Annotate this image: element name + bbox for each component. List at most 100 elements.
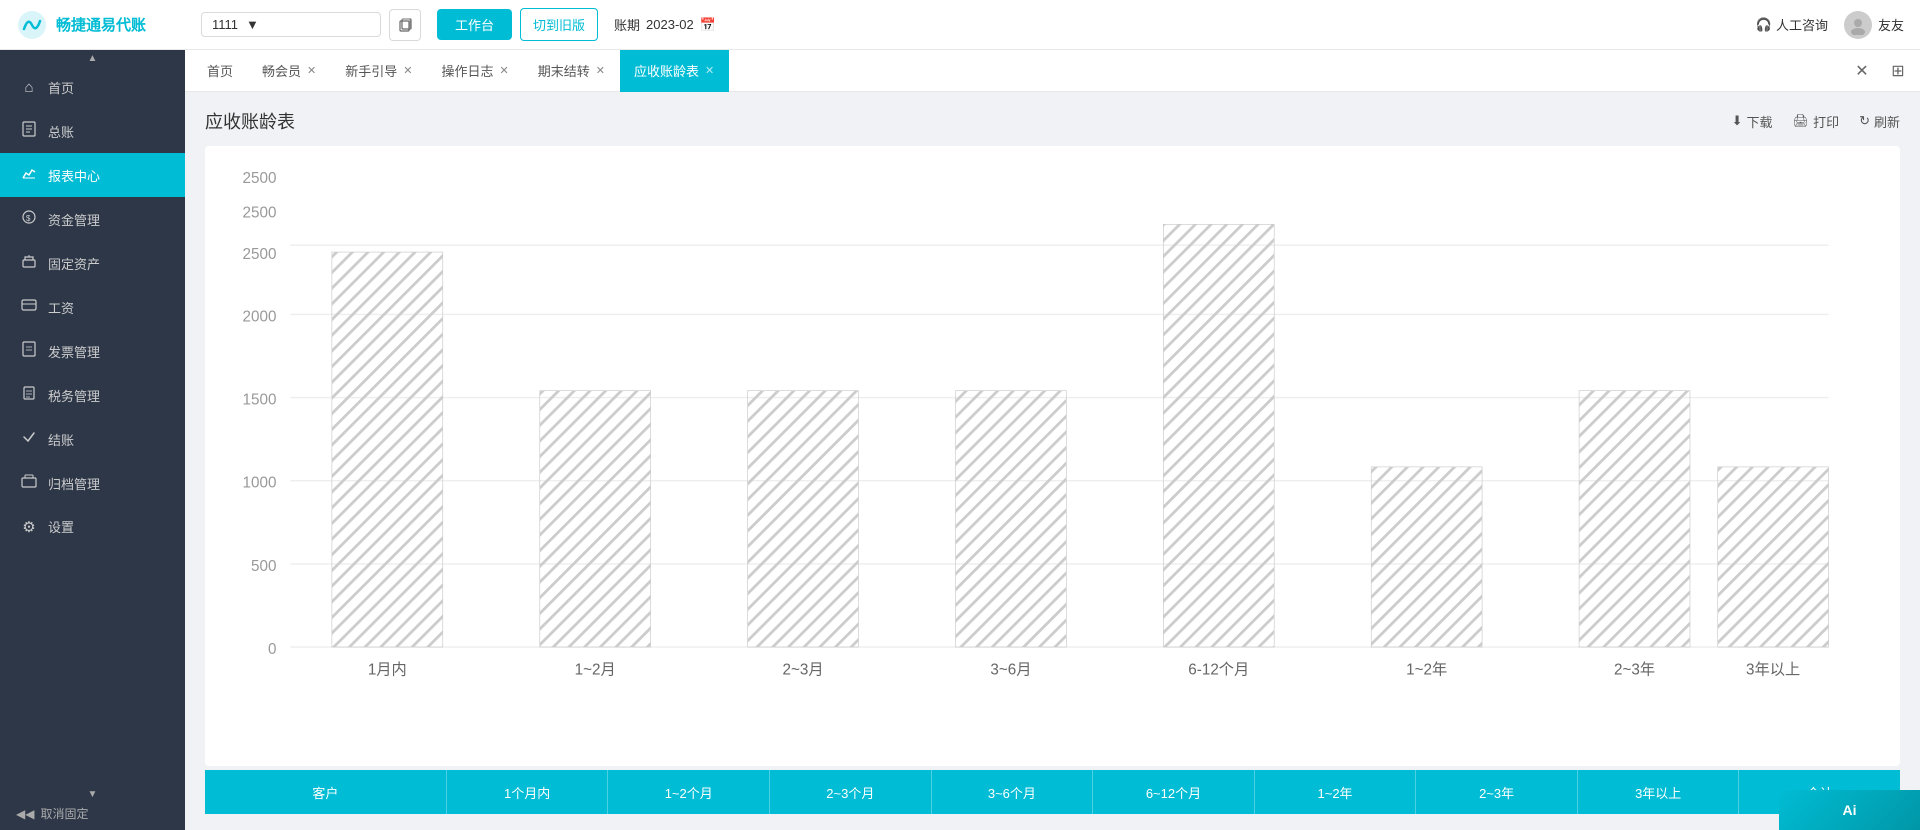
- svg-text:3~6月: 3~6月: [990, 662, 1031, 679]
- tab-guide[interactable]: 新手引导 ✕: [331, 50, 427, 92]
- col-label: 2~3个月: [826, 783, 874, 802]
- print-button[interactable]: 🖨 打印: [1793, 112, 1840, 131]
- svg-text:3年以上: 3年以上: [1746, 662, 1800, 679]
- col-label: 3~6个月: [988, 783, 1036, 802]
- sidebar-item-label: 总账: [48, 122, 74, 141]
- download-button[interactable]: ⬇ 下载: [1732, 112, 1773, 131]
- close-accounts-icon: [20, 429, 38, 449]
- headset-icon: 🎧: [1756, 17, 1772, 33]
- table-col-3-6month: 3~6个月: [932, 770, 1094, 814]
- company-name: 1111: [212, 17, 238, 32]
- copy-button[interactable]: [389, 9, 421, 41]
- consult-label: 人工咨询: [1776, 15, 1828, 34]
- sidebar-item-ledger[interactable]: 总账: [0, 109, 185, 153]
- sidebar-item-label: 工资: [48, 298, 74, 317]
- col-label: 1个月内: [504, 783, 550, 802]
- download-label: 下载: [1747, 112, 1773, 131]
- table-col-6-12month: 6~12个月: [1093, 770, 1255, 814]
- logo-icon: [16, 9, 48, 41]
- sidebar-item-label: 资金管理: [48, 210, 100, 229]
- sidebar-item-label: 发票管理: [48, 342, 100, 361]
- sidebar-scroll-up[interactable]: ▲: [0, 50, 185, 66]
- workbench-button[interactable]: 工作台: [437, 9, 512, 40]
- tab-close-icon[interactable]: ✕: [596, 64, 605, 77]
- tax-icon: [20, 385, 38, 405]
- svg-text:500: 500: [251, 558, 276, 575]
- ai-badge[interactable]: Ai: [1779, 790, 1920, 830]
- sidebar: ▲ ⌂ 首页 总账 报表中心 $ 资金: [0, 50, 185, 830]
- svg-text:6-12个月: 6-12个月: [1188, 662, 1249, 679]
- col-label: 客户: [312, 783, 338, 802]
- copy-icon: [397, 17, 413, 33]
- refresh-button[interactable]: ↻ 刷新: [1859, 112, 1900, 131]
- svg-text:2~3年: 2~3年: [1614, 662, 1655, 679]
- tab-close-icon[interactable]: ✕: [500, 64, 509, 77]
- settings-icon: ⚙: [20, 518, 38, 536]
- refresh-label: 刷新: [1874, 112, 1900, 131]
- page-content: 应收账龄表 ⬇ 下载 🖨 打印 ↻ 刷新: [185, 92, 1920, 830]
- sidebar-item-label: 归档管理: [48, 474, 100, 493]
- sidebar-item-tax[interactable]: 税务管理: [0, 373, 185, 417]
- tab-period-end[interactable]: 期末结转 ✕: [524, 50, 620, 92]
- top-header: 畅捷通易代账 1111 ▼ 工作台 切到旧版 账期 2023-02 📅 🎧 人工…: [0, 0, 1920, 50]
- tab-operation-log[interactable]: 操作日志 ✕: [427, 50, 523, 92]
- period-info: 账期 2023-02 📅: [614, 15, 716, 34]
- print-icon: 🖨: [1793, 113, 1810, 129]
- expand-tab-button[interactable]: ⊞: [1884, 57, 1912, 85]
- col-label: 1~2个月: [665, 783, 713, 802]
- sidebar-item-label: 结账: [48, 430, 74, 449]
- sidebar-item-close[interactable]: 结账: [0, 417, 185, 461]
- tab-bar: 首页 畅会员 ✕ 新手引导 ✕ 操作日志 ✕ 期末结转 ✕ 应收账龄表 ✕: [185, 50, 1920, 92]
- consult-button[interactable]: 🎧 人工咨询: [1756, 15, 1828, 34]
- tab-label: 畅会员: [262, 61, 301, 80]
- sidebar-item-fixed-assets[interactable]: 固定资产: [0, 241, 185, 285]
- svg-text:1~2年: 1~2年: [1406, 662, 1447, 679]
- page-actions: ⬇ 下载 🖨 打印 ↻ 刷新: [1732, 112, 1900, 131]
- sidebar-item-home[interactable]: ⌂ 首页: [0, 66, 185, 109]
- download-icon: ⬇: [1732, 113, 1743, 129]
- user-name: 友友: [1878, 15, 1904, 34]
- period-label: 账期: [614, 15, 640, 34]
- main-layout: ▲ ⌂ 首页 总账 报表中心 $ 资金: [0, 50, 1920, 830]
- tab-ar-aging[interactable]: 应收账龄表 ✕: [620, 50, 729, 92]
- sidebar-item-label: 报表中心: [48, 166, 100, 185]
- company-selector[interactable]: 1111 ▼: [201, 12, 381, 37]
- svg-text:1000: 1000: [243, 475, 277, 492]
- ai-label: Ai: [1843, 802, 1857, 818]
- sidebar-item-archive[interactable]: 归档管理: [0, 461, 185, 505]
- sidebar-item-settings[interactable]: ⚙ 设置: [0, 505, 185, 548]
- reports-icon: [20, 165, 38, 185]
- switch-version-button[interactable]: 切到旧版: [520, 8, 598, 41]
- page-title: 应收账龄表: [205, 108, 295, 134]
- sidebar-item-salary[interactable]: 工资: [0, 285, 185, 329]
- close-tab-button[interactable]: ✕: [1848, 57, 1876, 85]
- tab-close-icon[interactable]: ✕: [705, 64, 714, 77]
- tab-close-icon[interactable]: ✕: [403, 64, 412, 77]
- logo-area: 畅捷通易代账: [16, 9, 201, 41]
- funds-icon: $: [20, 209, 38, 229]
- archive-icon: [20, 473, 38, 493]
- col-label: 3年以上: [1635, 783, 1681, 802]
- sidebar-item-label: 首页: [48, 78, 74, 97]
- tab-label: 期末结转: [538, 61, 590, 80]
- svg-text:2500: 2500: [243, 170, 277, 187]
- fixed-assets-icon: [20, 253, 38, 273]
- sidebar-item-invoice[interactable]: 发票管理: [0, 329, 185, 373]
- calendar-icon[interactable]: 📅: [700, 17, 716, 33]
- sidebar-scroll-down[interactable]: ▼: [0, 786, 185, 802]
- refresh-icon: ↻: [1859, 113, 1870, 129]
- sidebar-item-reports[interactable]: 报表中心: [0, 153, 185, 197]
- user-info[interactable]: 友友: [1844, 11, 1904, 39]
- svg-text:1500: 1500: [243, 392, 277, 409]
- svg-text:$: $: [26, 214, 31, 223]
- cancel-fixed-label: 取消固定: [40, 805, 88, 822]
- sidebar-item-funds[interactable]: $ 资金管理: [0, 197, 185, 241]
- svg-text:1月内: 1月内: [368, 662, 407, 679]
- col-label: 6~12个月: [1146, 783, 1201, 802]
- tab-home[interactable]: 首页: [193, 50, 248, 92]
- svg-text:2500: 2500: [243, 246, 277, 263]
- salary-icon: [20, 297, 38, 317]
- tab-member[interactable]: 畅会员 ✕: [248, 50, 331, 92]
- ledger-icon: [20, 121, 38, 141]
- tab-close-icon[interactable]: ✕: [307, 64, 316, 77]
